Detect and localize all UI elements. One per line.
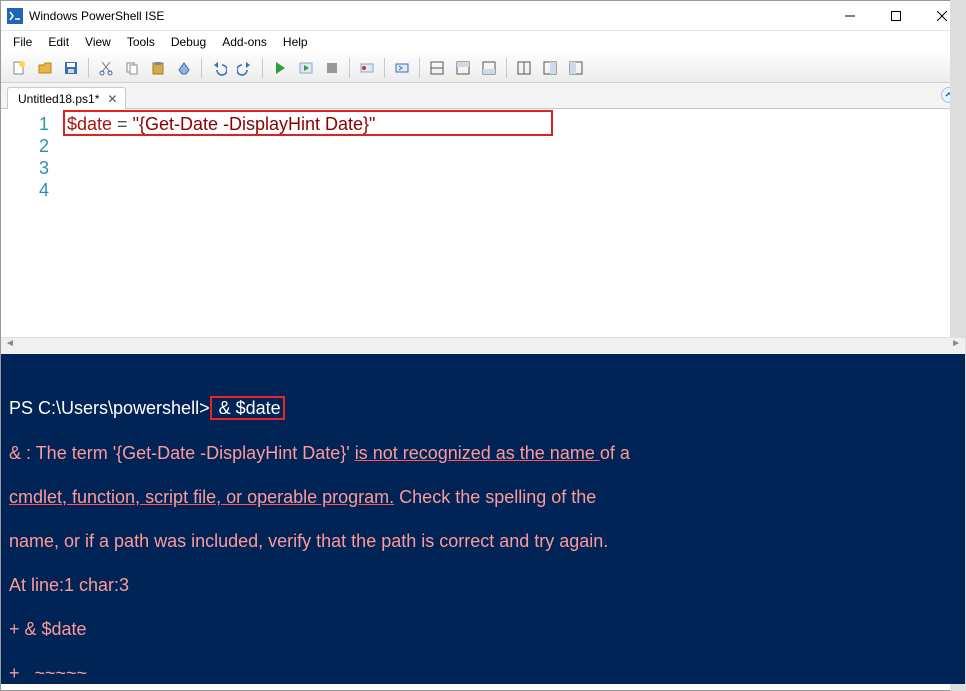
- toolbar-separator: [88, 58, 89, 78]
- underlined-text: is not recognized as the name: [355, 443, 600, 463]
- underlined-text: cmdlet, function, script file, or operab…: [9, 487, 394, 507]
- run-icon[interactable]: [268, 56, 292, 80]
- menu-edit[interactable]: Edit: [42, 33, 75, 51]
- error-line: cmdlet, function, script file, or operab…: [9, 486, 957, 508]
- toolbar-separator: [201, 58, 202, 78]
- pane2-icon[interactable]: [538, 56, 562, 80]
- console-pane[interactable]: PS C:\Users\powershell> & $date & : The …: [1, 354, 965, 684]
- menu-file[interactable]: File: [7, 33, 38, 51]
- prompt-text: PS C:\Users\powershell>: [9, 398, 210, 418]
- undo-icon[interactable]: [207, 56, 231, 80]
- line-number: 4: [1, 179, 49, 201]
- pane3-icon[interactable]: [564, 56, 588, 80]
- app-icon: [7, 8, 23, 24]
- line-number: 2: [1, 135, 49, 157]
- toolbar-separator: [506, 58, 507, 78]
- maximize-button[interactable]: [873, 1, 919, 31]
- code-line: $date = "{Get-Date -DisplayHint Date}": [67, 113, 965, 135]
- token-string: "{Get-Date -DisplayHint Date}": [133, 114, 376, 134]
- error-line: At line:1 char:3: [9, 574, 957, 596]
- window-titlebar: Windows PowerShell ISE: [1, 1, 965, 31]
- error-line: + ~~~~~: [9, 662, 957, 684]
- error-line: + & $date: [9, 618, 957, 640]
- error-line: & : The term '{Get-Date -DisplayHint Dat…: [9, 442, 957, 464]
- run-selection-icon[interactable]: [294, 56, 318, 80]
- save-icon[interactable]: [59, 56, 83, 80]
- cut-icon[interactable]: [94, 56, 118, 80]
- toolbar-separator: [384, 58, 385, 78]
- toolbar-separator: [419, 58, 420, 78]
- error-line: name, or if a path was included, verify …: [9, 530, 957, 552]
- pane1-icon[interactable]: [512, 56, 536, 80]
- line-number: 1: [1, 113, 49, 135]
- menu-help[interactable]: Help: [277, 33, 314, 51]
- editor-horizontal-scrollbar[interactable]: [1, 337, 965, 354]
- paste-icon[interactable]: [146, 56, 170, 80]
- toolbar-separator: [262, 58, 263, 78]
- redo-icon[interactable]: [233, 56, 257, 80]
- stop-icon[interactable]: [320, 56, 344, 80]
- layout1-icon[interactable]: [425, 56, 449, 80]
- tab-strip: Untitled18.ps1* ✕: [1, 83, 965, 109]
- menu-tools[interactable]: Tools: [121, 33, 161, 51]
- layout2-icon[interactable]: [451, 56, 475, 80]
- tab-label: Untitled18.ps1*: [18, 92, 99, 106]
- new-file-icon[interactable]: [7, 56, 31, 80]
- remote-icon[interactable]: [390, 56, 414, 80]
- minimize-button[interactable]: [827, 1, 873, 31]
- menu-bar: File Edit View Tools Debug Add-ons Help: [1, 31, 965, 53]
- tab-untitled[interactable]: Untitled18.ps1* ✕: [7, 87, 126, 109]
- tab-close-icon[interactable]: ✕: [107, 92, 117, 106]
- copy-icon[interactable]: [120, 56, 144, 80]
- script-editor[interactable]: 1 2 3 4 $date = "{Get-Date -DisplayHint …: [1, 109, 965, 337]
- command-text: & $date: [214, 398, 281, 418]
- line-number: 3: [1, 157, 49, 179]
- menu-addons[interactable]: Add-ons: [216, 33, 273, 51]
- token-variable: $date: [67, 114, 112, 134]
- toolbar-separator: [349, 58, 350, 78]
- window-title: Windows PowerShell ISE: [29, 9, 827, 23]
- menu-debug[interactable]: Debug: [165, 33, 212, 51]
- command-highlight-box: & $date: [210, 396, 285, 420]
- console-line: PS C:\Users\powershell> & $date: [9, 396, 957, 420]
- token-operator: =: [112, 114, 133, 134]
- breakpoint-icon[interactable]: [355, 56, 379, 80]
- menu-view[interactable]: View: [79, 33, 117, 51]
- toolbar: [1, 53, 965, 83]
- layout3-icon[interactable]: [477, 56, 501, 80]
- line-gutter: 1 2 3 4: [1, 109, 63, 337]
- code-area[interactable]: $date = "{Get-Date -DisplayHint Date}": [63, 109, 965, 337]
- open-file-icon[interactable]: [33, 56, 57, 80]
- clear-icon[interactable]: [172, 56, 196, 80]
